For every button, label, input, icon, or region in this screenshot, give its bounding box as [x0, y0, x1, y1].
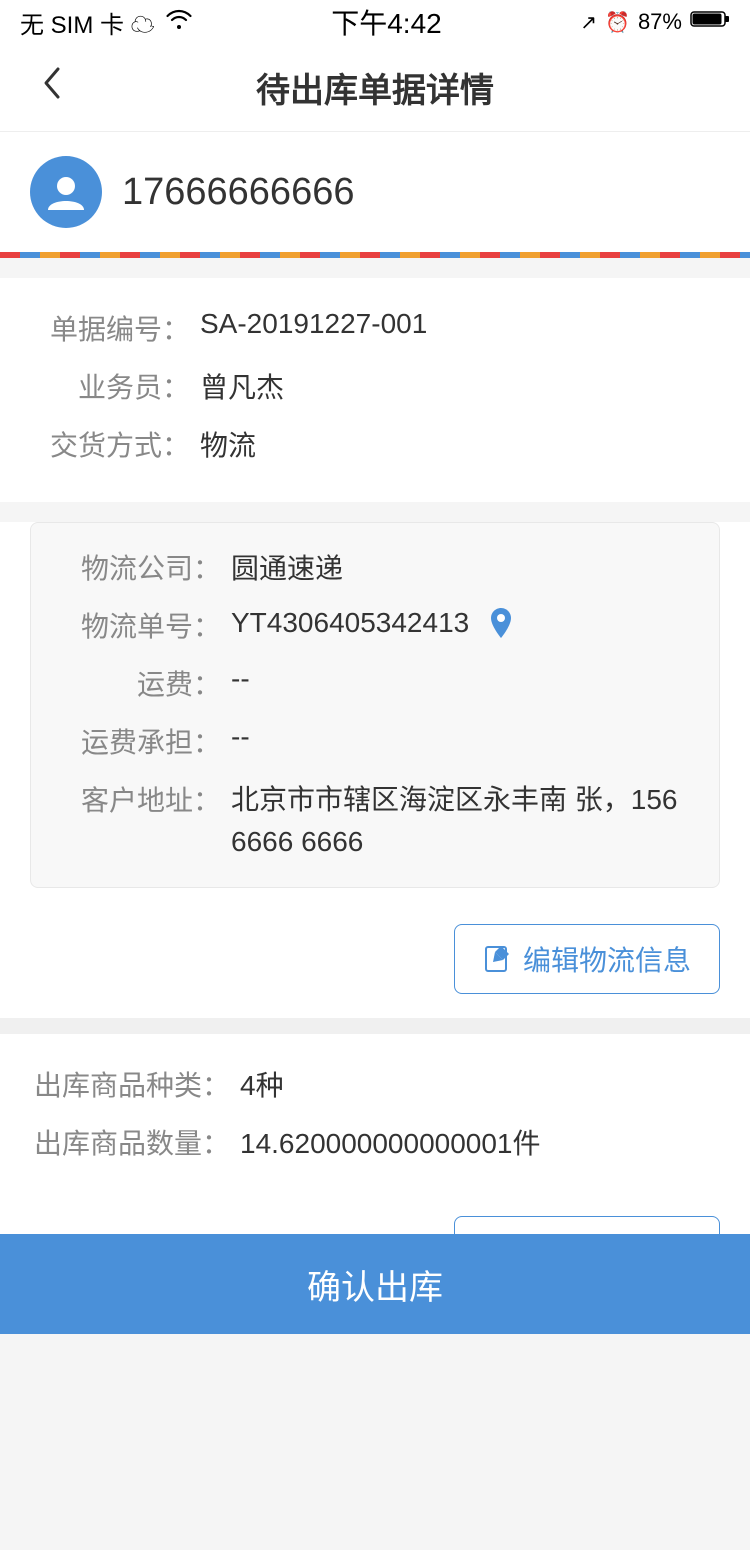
edit-btn-row: 编辑物流信息	[0, 908, 750, 1018]
doc-number-value: SA-20191227-001	[200, 308, 720, 340]
freight-bearer-row: 运费承担： --	[61, 721, 689, 761]
freight-value: --	[231, 663, 689, 695]
freight-row: 运费： --	[61, 663, 689, 703]
section-divider-1	[0, 1018, 750, 1034]
logistics-company-label: 物流公司：	[61, 547, 221, 587]
logistics-company-value: 圆通速递	[231, 547, 689, 587]
bottom-space	[0, 1310, 750, 1550]
doc-number-label: 单据编号：	[30, 308, 190, 348]
dashed-divider	[0, 252, 750, 258]
edit-logistics-label: 编辑物流信息	[523, 939, 691, 979]
delivery-row: 交货方式： 物流	[30, 424, 720, 464]
delivery-value: 物流	[200, 424, 720, 464]
salesperson-row: 业务员： 曾凡杰	[30, 366, 720, 406]
edit-icon	[483, 944, 513, 974]
tracking-value: YT4306405342413	[231, 605, 689, 641]
confirm-button-label: 确认出库	[307, 1260, 443, 1309]
goods-section: 出库商品种类： 4种 出库商品数量： 14.620000000000001件	[0, 1034, 750, 1200]
avatar	[30, 156, 102, 228]
customer-section: 17666666666	[0, 132, 750, 252]
address-row: 客户地址： 北京市市辖区海淀区永丰南 张，156 6666 6666	[61, 779, 689, 863]
goods-quantity-label: 出库商品数量：	[30, 1122, 230, 1162]
salesperson-label: 业务员：	[30, 366, 190, 406]
alarm-icon: ⏰	[605, 10, 630, 35]
status-bar-time: 下午4:42	[331, 2, 442, 42]
wifi-icon	[165, 8, 193, 36]
goods-type-row: 出库商品种类： 4种	[30, 1064, 720, 1104]
location-status-icon: ↗	[580, 10, 597, 35]
nav-bar: 待出库单据详情	[0, 44, 750, 132]
battery-percent: 87%	[638, 9, 682, 35]
goods-type-value: 4种	[240, 1064, 284, 1104]
doc-number-row: 单据编号： SA-20191227-001	[30, 308, 720, 348]
goods-type-label: 出库商品种类：	[30, 1064, 230, 1104]
salesperson-value: 曾凡杰	[200, 366, 720, 406]
freight-bearer-label: 运费承担：	[61, 721, 221, 761]
freight-label: 运费：	[61, 663, 221, 703]
page-title: 待出库单据详情	[256, 63, 494, 112]
edit-logistics-button[interactable]: 编辑物流信息	[454, 924, 720, 994]
tracking-row: 物流单号： YT4306405342413	[61, 605, 689, 645]
goods-quantity-row: 出库商品数量： 14.620000000000001件	[30, 1122, 720, 1162]
goods-quantity-value: 14.620000000000001件	[240, 1122, 541, 1162]
status-bar-right: ↗ ⏰ 87%	[580, 8, 730, 36]
logistics-company-row: 物流公司： 圆通速递	[61, 547, 689, 587]
battery-icon	[690, 8, 730, 36]
freight-bearer-value: --	[231, 721, 689, 753]
order-info-section: 单据编号： SA-20191227-001 业务员： 曾凡杰 交货方式： 物流	[0, 278, 750, 502]
tracking-label: 物流单号：	[61, 605, 221, 645]
status-bar-left: 无 SIM 卡 ☁	[20, 5, 193, 40]
map-pin-icon[interactable]	[483, 605, 519, 641]
no-sim-text: 无 SIM 卡 ☁	[20, 5, 155, 40]
delivery-label: 交货方式：	[30, 424, 190, 464]
status-bar: 无 SIM 卡 ☁ 下午4:42 ↗ ⏰ 87%	[0, 0, 750, 44]
customer-phone: 17666666666	[122, 171, 354, 214]
address-value: 北京市市辖区海淀区永丰南 张，156 6666 6666	[231, 779, 689, 863]
confirm-bar[interactable]: 确认出库	[0, 1234, 750, 1334]
back-button[interactable]	[30, 53, 74, 122]
logistics-card: 物流公司： 圆通速递 物流单号： YT4306405342413 运费： -- …	[30, 522, 720, 888]
address-label: 客户地址：	[61, 779, 221, 819]
